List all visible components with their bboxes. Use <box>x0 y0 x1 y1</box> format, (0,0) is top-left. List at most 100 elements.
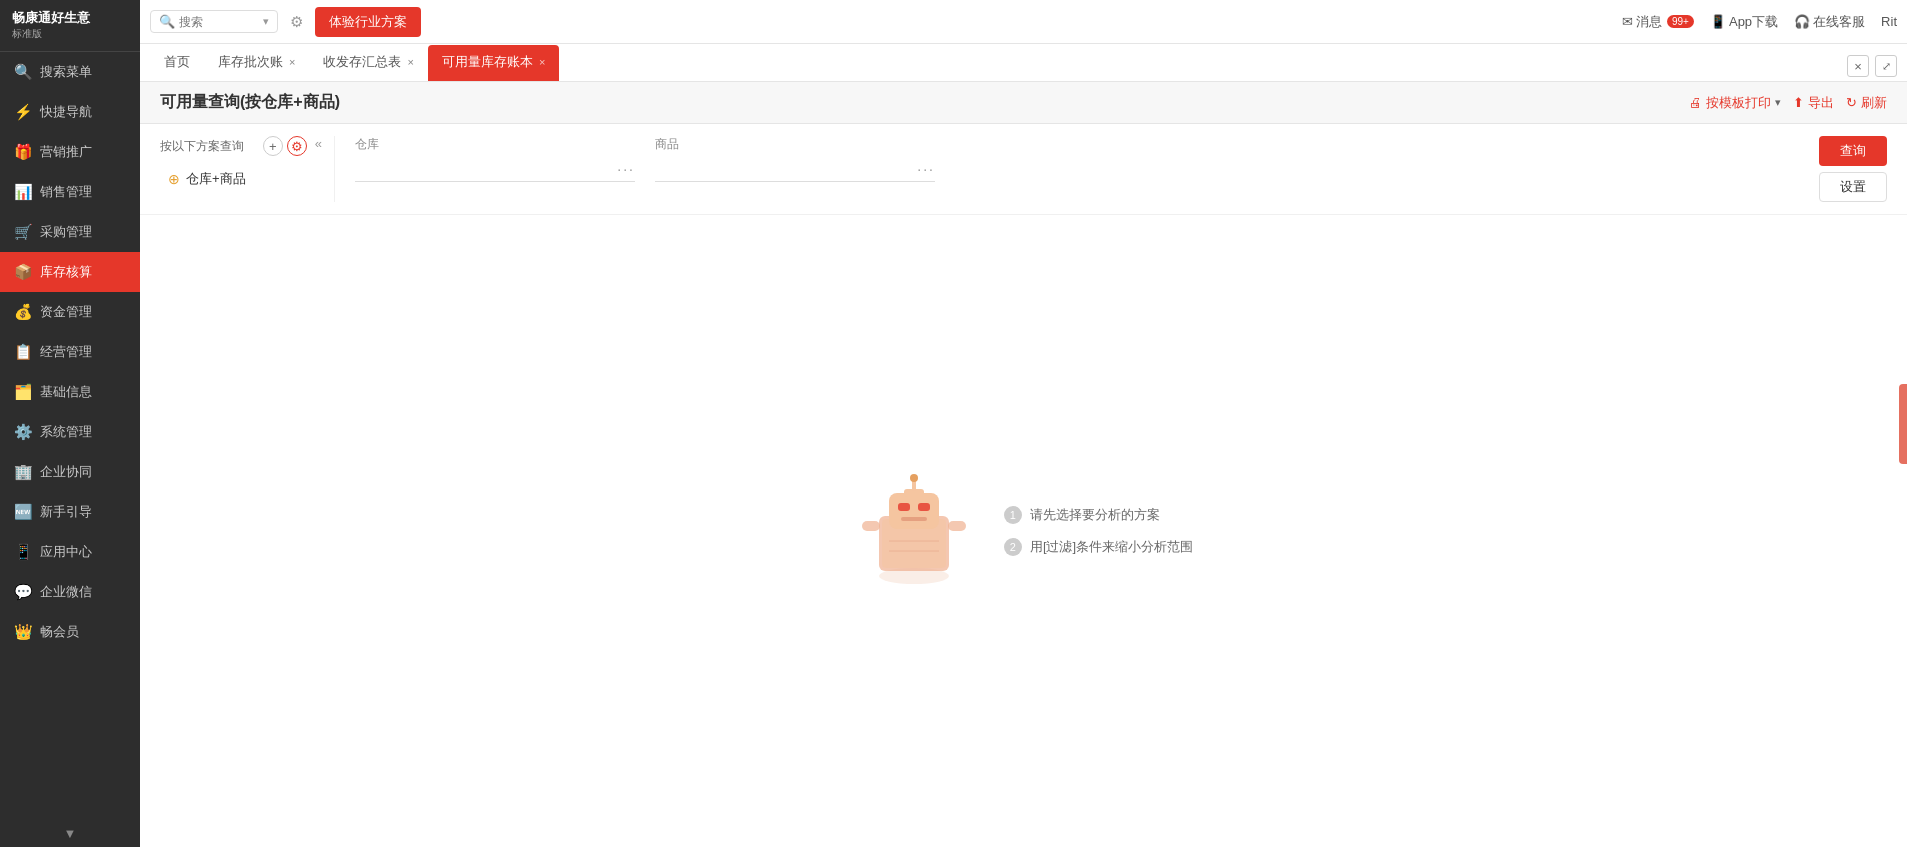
app-download-btn[interactable]: 📱 App下载 <box>1710 13 1778 31</box>
scheme-item-warehouse-product[interactable]: ⊕仓库+商品 <box>160 164 322 194</box>
product-input-area: ··· <box>655 157 935 182</box>
sidebar-item-label-basic: 基础信息 <box>40 383 126 401</box>
search-icon: 🔍 <box>14 63 32 81</box>
newbie-icon: 🆕 <box>14 503 32 521</box>
search-input[interactable] <box>179 15 259 29</box>
topbar-right: ✉ 消息 99+ 📱 App下载 🎧 在线客服 Rit <box>1622 13 1897 31</box>
sidebar-item-enterprise[interactable]: 🏢企业协同 <box>0 452 140 492</box>
sidebar-item-label-member: 畅会员 <box>40 623 126 641</box>
tab-batch[interactable]: 库存批次账 × <box>204 45 309 81</box>
wechat-icon: 💬 <box>14 583 32 601</box>
filter-schemes-actions: + ⚙ « <box>263 136 322 156</box>
filter-fields: 仓库 ··· 商品 ··· <box>335 136 1799 202</box>
tab-batch-label: 库存批次账 <box>218 53 283 71</box>
topbar-search-box[interactable]: 🔍 ▾ <box>150 10 278 33</box>
scheme-items-list: ⊕仓库+商品 <box>160 164 322 194</box>
appcenter-icon: 📱 <box>14 543 32 561</box>
sidebar-item-sales[interactable]: 📊销售管理 <box>0 172 140 212</box>
headset-icon: 🎧 <box>1794 14 1810 29</box>
chevron-down-icon[interactable]: ▾ <box>263 15 269 28</box>
empty-tip-1: 1 请先选择要分析的方案 <box>1004 506 1193 524</box>
collapse-schemes-btn[interactable]: « <box>315 136 322 156</box>
print-btn[interactable]: 🖨 按模板打印 ▾ <box>1689 94 1781 112</box>
tip-num-1: 1 <box>1004 506 1022 524</box>
tabbar-actions: × ⤢ <box>1847 55 1897 81</box>
sidebar-item-operations[interactable]: 📋经营管理 <box>0 332 140 372</box>
svg-rect-3 <box>889 493 939 529</box>
sidebar-item-member[interactable]: 👑畅会员 <box>0 612 140 652</box>
sidebar-item-appcenter[interactable]: 📱应用中心 <box>0 532 140 572</box>
svg-rect-5 <box>918 503 930 511</box>
tab-available-close[interactable]: × <box>539 56 545 68</box>
sidebar-item-label-purchase: 采购管理 <box>40 223 126 241</box>
sidebar-item-system[interactable]: ⚙️系统管理 <box>0 412 140 452</box>
logo-subtitle: 标准版 <box>12 27 128 41</box>
tab-expand-btn[interactable]: ⤢ <box>1875 55 1897 77</box>
warehouse-more-btn[interactable]: ··· <box>617 161 635 177</box>
page-header: 可用量查询(按仓库+商品) 🖨 按模板打印 ▾ ⬆ 导出 ↻ 刷新 <box>140 82 1907 124</box>
refresh-btn[interactable]: ↻ 刷新 <box>1846 94 1887 112</box>
sidebar-item-shortcut[interactable]: ⚡快捷导航 <box>0 92 140 132</box>
industry-btn[interactable]: 体验行业方案 <box>315 7 421 37</box>
filter-panel: 按以下方案查询 + ⚙ « ⊕仓库+商品 仓库 ··· <box>140 124 1907 215</box>
scheme-settings-btn[interactable]: ⚙ <box>287 136 307 156</box>
product-label: 商品 <box>655 136 935 153</box>
empty-tips: 1 请先选择要分析的方案 2 用[过滤]条件来缩小分析范围 <box>1004 506 1193 556</box>
tip-text-1: 请先选择要分析的方案 <box>1030 506 1160 524</box>
sidebar-item-funds[interactable]: 💰资金管理 <box>0 292 140 332</box>
print-icon: 🖨 <box>1689 95 1702 110</box>
empty-state: 1 请先选择要分析的方案 2 用[过滤]条件来缩小分析范围 <box>140 215 1907 847</box>
notice-btn[interactable]: ✉ 消息 99+ <box>1622 13 1694 31</box>
sidebar-item-marketing[interactable]: 🎁营销推广 <box>0 132 140 172</box>
sidebar-item-inventory[interactable]: 📦库存核算 <box>0 252 140 292</box>
product-input[interactable] <box>655 162 911 177</box>
content-area: 可用量查询(按仓库+商品) 🖨 按模板打印 ▾ ⬆ 导出 ↻ 刷新 <box>140 82 1907 847</box>
sidebar-item-label-search: 搜索菜单 <box>40 63 126 81</box>
warehouse-input[interactable] <box>355 162 611 177</box>
funds-icon: 💰 <box>14 303 32 321</box>
add-scheme-btn[interactable]: + <box>263 136 283 156</box>
notice-label: 消息 <box>1636 13 1662 31</box>
product-field: 商品 ··· <box>655 136 935 182</box>
tab-close-all-btn[interactable]: × <box>1847 55 1869 77</box>
tab-batch-close[interactable]: × <box>289 56 295 68</box>
tab-summary-close[interactable]: × <box>407 56 413 68</box>
main-area: 🔍 ▾ ⚙ 体验行业方案 ✉ 消息 99+ 📱 App下载 🎧 在线客服 Rit <box>140 0 1907 847</box>
sidebar-item-label-enterprise: 企业协同 <box>40 463 126 481</box>
phone-icon: 📱 <box>1710 14 1726 29</box>
inventory-icon: 📦 <box>14 263 32 281</box>
sidebar: 畅康通好生意 标准版 🔍 搜索菜单 ⚡快捷导航🎁营销推广📊销售管理 🛒 采购管理 📦库存核… <box>0 0 140 847</box>
tip-text-2: 用[过滤]条件来缩小分析范围 <box>1030 538 1193 556</box>
settings-btn[interactable]: 设置 <box>1819 172 1887 202</box>
sidebar-item-newbie[interactable]: 🆕 新手引导 <box>0 492 140 532</box>
online-service-btn[interactable]: 🎧 在线客服 <box>1794 13 1865 31</box>
sidebar-item-wechat[interactable]: 💬 企业微信 <box>0 572 140 612</box>
refresh-icon: ↻ <box>1846 95 1857 110</box>
sidebar-item-search[interactable]: 🔍 搜索菜单 <box>0 52 140 92</box>
scheme-label-warehouse-product: 仓库+商品 <box>186 170 246 188</box>
sidebar-logo: 畅康通好生意 标准版 <box>0 0 140 52</box>
export-btn[interactable]: ⬆ 导出 <box>1793 94 1834 112</box>
svg-rect-7 <box>862 521 880 531</box>
sidebar-scroll: 🔍 搜索菜单 ⚡快捷导航🎁营销推广📊销售管理 🛒 采购管理 📦库存核算💰资金管理📋经营管理… <box>0 52 140 820</box>
tab-summary[interactable]: 收发存汇总表 × <box>309 45 427 81</box>
product-more-btn[interactable]: ··· <box>917 161 935 177</box>
refresh-label: 刷新 <box>1861 94 1887 112</box>
purchase-icon: 🛒 <box>14 223 32 241</box>
sidebar-item-label-wechat: 企业微信 <box>40 583 126 601</box>
logo-title: 畅康通好生意 <box>12 10 128 27</box>
topbar: 🔍 ▾ ⚙ 体验行业方案 ✉ 消息 99+ 📱 App下载 🎧 在线客服 Rit <box>140 0 1907 44</box>
tab-home[interactable]: 首页 <box>150 45 204 81</box>
filter-schemes: 按以下方案查询 + ⚙ « ⊕仓库+商品 <box>160 136 335 202</box>
user-avatar[interactable]: Rit <box>1881 14 1897 29</box>
svg-rect-4 <box>898 503 910 511</box>
sidebar-scroll-down[interactable]: ▼ <box>0 820 140 847</box>
sidebar-item-basic[interactable]: 🗂️基础信息 <box>0 372 140 412</box>
gear-icon[interactable]: ⚙ <box>290 13 303 31</box>
page-title: 可用量查询(按仓库+商品) <box>160 92 340 113</box>
filter-schemes-header: 按以下方案查询 + ⚙ « <box>160 136 322 156</box>
sidebar-item-purchase[interactable]: 🛒 采购管理 <box>0 212 140 252</box>
sidebar-item-label-newbie: 新手引导 <box>40 503 126 521</box>
query-btn[interactable]: 查询 <box>1819 136 1887 166</box>
tab-available[interactable]: 可用量库存账本 × <box>428 45 559 81</box>
